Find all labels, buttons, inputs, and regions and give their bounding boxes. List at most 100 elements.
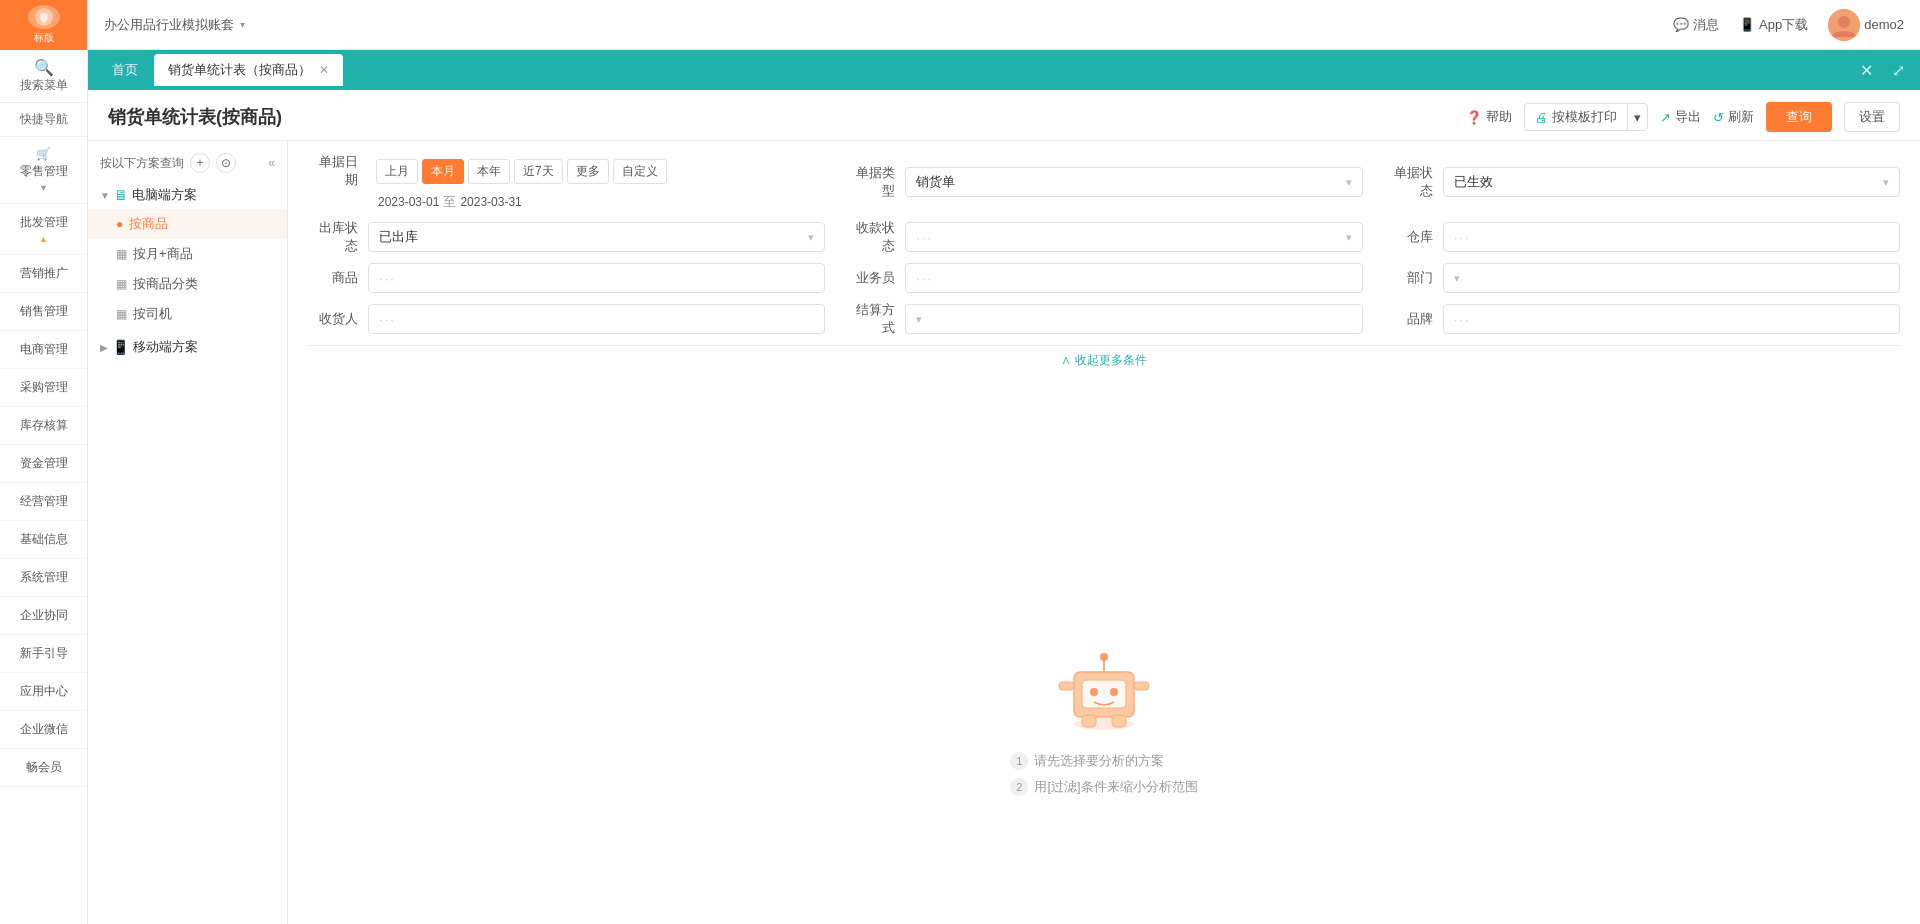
- out-status-field[interactable]: 已出库 ▾: [368, 222, 825, 252]
- query-btn[interactable]: 查询: [1766, 102, 1832, 132]
- doc-status-field[interactable]: 已生效 ▾: [1443, 167, 1900, 197]
- sidebar-item-wholesale[interactable]: 批发管理 ▴: [0, 204, 87, 255]
- collapse-filters-btn[interactable]: ∧ 收起更多条件: [308, 345, 1900, 375]
- scheme-panel: 按以下方案查询 + ⊙ « ▼ 🖥 电脑端方案: [88, 141, 288, 924]
- brand-dots-icon: ···: [1454, 312, 1471, 327]
- print-btn[interactable]: 🖨 按模板打印: [1525, 104, 1628, 130]
- settle-label: 结算方式: [845, 301, 905, 337]
- sidebar-item-sales[interactable]: 销售管理: [0, 293, 87, 331]
- recipient-label: 收货人: [308, 310, 368, 328]
- filter-row-2: 出库状态 已出库 ▾ 收款状态 ··· ▾: [308, 219, 1900, 255]
- product-dots-icon: ···: [379, 271, 396, 286]
- doc-type-arrow-icon: ▾: [1346, 176, 1352, 189]
- date-btn-last-month[interactable]: 上月: [376, 159, 418, 184]
- hint-text-2: 用[过滤]条件来缩小分析范围: [1034, 778, 1197, 796]
- date-btn-this-month[interactable]: 本月: [422, 159, 464, 184]
- sidebar-item-wechat[interactable]: 企业微信: [0, 711, 87, 749]
- right-panel: 单据日期 上月 本月 本年 近7天 更多 自定义: [288, 141, 1920, 924]
- scheme-item-by-month[interactable]: ▦ 按月+商品: [88, 239, 287, 269]
- scheme-item-by-driver[interactable]: ▦ 按司机: [88, 299, 287, 329]
- message-action[interactable]: 💬 消息: [1673, 16, 1719, 34]
- hint-item-1: 1 请先选择要分析的方案: [1010, 752, 1164, 770]
- recipient-field[interactable]: ···: [368, 304, 825, 334]
- brand-field[interactable]: ···: [1443, 304, 1900, 334]
- settings-btn[interactable]: 设置: [1844, 102, 1900, 132]
- sidebar-item-ecommerce[interactable]: 电商管理: [0, 331, 87, 369]
- salesman-field[interactable]: ···: [905, 263, 1362, 293]
- scheme-panel-header: 按以下方案查询 + ⊙ «: [88, 149, 287, 181]
- sidebar-item-inventory[interactable]: 库存核算: [0, 407, 87, 445]
- refresh-btn[interactable]: ↺ 刷新: [1713, 108, 1754, 126]
- sidebar-item-finance[interactable]: 资金管理: [0, 445, 87, 483]
- scheme-collapse-btn[interactable]: «: [268, 156, 275, 170]
- sidebar-item-operations[interactable]: 经营管理: [0, 483, 87, 521]
- scheme-item-by-category[interactable]: ▦ 按商品分类: [88, 269, 287, 299]
- sidebar-item-guide[interactable]: 新手引导: [0, 635, 87, 673]
- print-dropdown-btn[interactable]: ▾: [1628, 106, 1647, 129]
- user-menu[interactable]: demo2: [1828, 9, 1904, 41]
- sidebar-item-enterprise[interactable]: 企业协同: [0, 597, 87, 635]
- filter-cell-doc-status: 单据状态 已生效 ▾: [1383, 153, 1900, 211]
- tab-close-icon[interactable]: ✕: [319, 63, 329, 77]
- warehouse-field[interactable]: ···: [1443, 222, 1900, 252]
- svg-rect-11: [1134, 682, 1149, 690]
- sidebar-item-basic[interactable]: 基础信息: [0, 521, 87, 559]
- sidebar-item-marketing[interactable]: 营销推广: [0, 255, 87, 293]
- item-icon-3: ▦: [116, 277, 127, 291]
- sidebar-search[interactable]: 🔍 帮助 搜索菜单: [0, 50, 87, 103]
- tab-fullscreen-btn[interactable]: ⤢: [1886, 58, 1910, 82]
- scheme-settings-btn[interactable]: ⊙: [216, 153, 236, 173]
- sidebar-item-apps[interactable]: 应用中心: [0, 673, 87, 711]
- brand-label: 品牌: [1383, 310, 1443, 328]
- dept-field[interactable]: ▾: [1443, 263, 1900, 293]
- expand-arrow-mobile-icon: ▶: [100, 342, 108, 353]
- sidebar-item-retail[interactable]: 🛒 零售管理 ▾: [0, 137, 87, 204]
- settle-field[interactable]: ▾: [905, 304, 1362, 334]
- sidebar-item-purchase[interactable]: 采购管理: [0, 369, 87, 407]
- tab-home[interactable]: 首页: [98, 54, 152, 86]
- doc-type-value: 销货单: [916, 173, 955, 191]
- print-label: 按模板打印: [1552, 108, 1617, 126]
- message-label: 消息: [1693, 16, 1719, 34]
- query-area: 单据日期 上月 本月 本年 近7天 更多 自定义: [288, 141, 1920, 505]
- scheme-item-by-product[interactable]: ● 按商品: [88, 209, 287, 239]
- app-download-action[interactable]: 📱 App下载: [1739, 16, 1808, 34]
- doc-type-field[interactable]: 销货单 ▾: [905, 167, 1362, 197]
- date-btn-custom[interactable]: 自定义: [613, 159, 667, 184]
- sidebar-quicknav[interactable]: 快捷导航: [0, 103, 87, 137]
- date-btn-this-year[interactable]: 本年: [468, 159, 510, 184]
- collapse-text: ∧ 收起更多条件: [1061, 353, 1146, 367]
- scheme-group-pc: ▼ 🖥 电脑端方案 ● 按商品 ▦ 按月+商品 ▦ 按商品分类: [88, 181, 287, 329]
- sidebar-item-system[interactable]: 系统管理: [0, 559, 87, 597]
- hint-num-2: 2: [1010, 778, 1028, 796]
- main-area: 办公用品行业模拟账套 ▾ 💬 消息 📱 App下载 de: [88, 0, 1920, 924]
- help-label: 帮助: [1486, 108, 1512, 126]
- product-field[interactable]: ···: [368, 263, 825, 293]
- body-layout: 按以下方案查询 + ⊙ « ▼ 🖥 电脑端方案: [88, 141, 1920, 924]
- scheme-group-pc-title[interactable]: ▼ 🖥 电脑端方案: [88, 181, 287, 209]
- svg-rect-5: [1082, 680, 1126, 708]
- export-btn[interactable]: ↗ 导出: [1660, 108, 1701, 126]
- workspace-selector[interactable]: 办公用品行业模拟账套 ▾: [104, 16, 245, 34]
- hint-text-1: 请先选择要分析的方案: [1034, 752, 1164, 770]
- scheme-group-mobile-title[interactable]: ▶ 📱 移动端方案: [88, 333, 287, 361]
- scheme-add-btn[interactable]: +: [190, 153, 210, 173]
- app-logo: 标版: [0, 0, 87, 50]
- dept-label: 部门: [1383, 269, 1443, 287]
- receipt-status-field[interactable]: ··· ▾: [905, 222, 1362, 252]
- message-icon: 💬: [1673, 17, 1689, 32]
- retail-icon: 🛒: [36, 147, 51, 161]
- sidebar-item-member[interactable]: 畅会员: [0, 749, 87, 787]
- filter-cell-dept: 部门 ▾: [1383, 263, 1900, 293]
- date-btn-more[interactable]: 更多: [567, 159, 609, 184]
- tab-report[interactable]: 销货单统计表（按商品） ✕: [154, 54, 343, 86]
- doc-status-arrow-icon: ▾: [1883, 176, 1889, 189]
- tab-controls: ✕ ⤢: [1854, 58, 1910, 82]
- date-btn-7days[interactable]: 近7天: [514, 159, 563, 184]
- help-btn[interactable]: ❓ 帮助: [1466, 108, 1512, 126]
- receipt-status-label: 收款状态: [845, 219, 905, 255]
- workspace-name: 办公用品行业模拟账套: [104, 16, 234, 34]
- app-download-label: App下载: [1759, 16, 1808, 34]
- out-status-value: 已出库: [379, 228, 418, 246]
- tab-close-btn[interactable]: ✕: [1854, 58, 1878, 82]
